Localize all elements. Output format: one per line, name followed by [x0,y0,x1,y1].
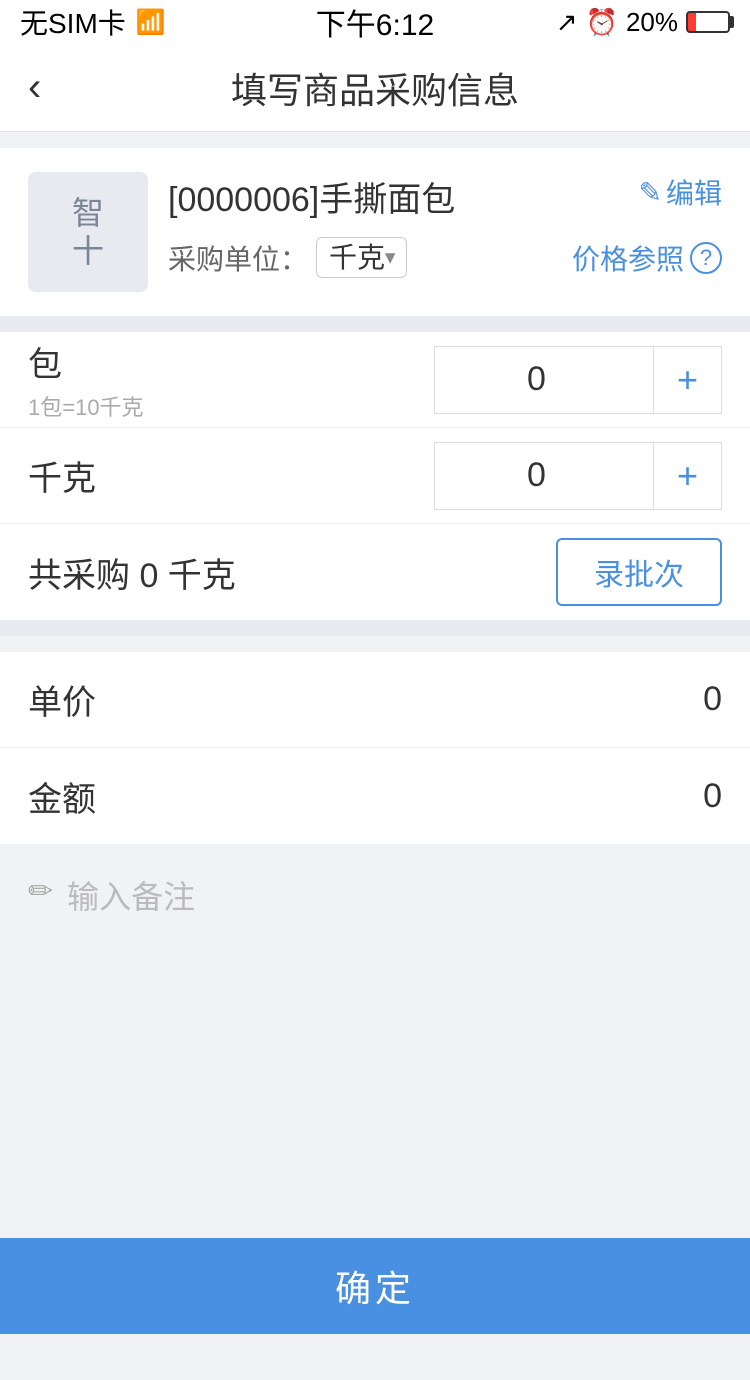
kg-quantity-input[interactable] [434,442,654,510]
product-card: 智 十 [0000006]手撕面包 ✎ 编辑 采购单位： 千克 [0,148,750,316]
status-time: 下午6:12 [316,0,434,44]
kg-plus-button[interactable]: + [654,442,722,510]
carrier-text: 无SIM卡 [20,2,126,42]
back-button[interactable]: ‹ [28,65,41,110]
bao-input-right: + [434,346,722,414]
info-section: 单价 0 金额 0 [0,652,750,844]
remark-section[interactable]: ✏ 输入备注 [0,844,750,984]
wifi-icon: 📶 [136,8,166,37]
record-batch-button[interactable]: 录批次 [556,538,722,606]
price-ref-label: 价格参照 [572,238,684,278]
product-unit-row: 采购单位： 千克 价格参照 ? [168,237,722,278]
page-title: 填写商品采购信息 [231,62,519,114]
bao-input-row: 包 1包=10千克 + [0,332,750,428]
unit-select[interactable]: 千克 [316,237,407,278]
kg-label-group: 千克 [28,451,148,500]
amount-label: 金额 [28,772,96,821]
remark-icon: ✏ [28,874,53,909]
product-logo: 智 十 [72,194,104,271]
status-left: 无SIM卡 📶 [20,2,166,42]
kg-label: 千克 [28,451,148,500]
price-ref-button[interactable]: 价格参照 ? [572,238,722,278]
edit-button[interactable]: ✎ 编辑 [639,172,722,212]
confirm-button-wrapper: 确定 [0,1238,750,1334]
bao-sub-label: 1包=10千克 [28,390,148,422]
price-row: 单价 0 [0,652,750,748]
amount-value: 0 [703,777,722,816]
battery-icon [686,11,730,33]
section-divider-1 [0,316,750,332]
edit-label: 编辑 [666,172,722,212]
amount-row: 金额 0 [0,748,750,844]
summary-row: 共采购 0 千克 录批次 [0,524,750,620]
bao-quantity-input[interactable] [434,346,654,414]
bao-plus-button[interactable]: + [654,346,722,414]
product-top-row: [0000006]手撕面包 ✎ 编辑 [168,172,722,221]
remark-input[interactable]: 输入备注 [67,872,195,918]
battery-percent: 20% [626,7,678,38]
input-section: 包 1包=10千克 + 千克 + [0,332,750,524]
location-icon: ↗ [556,7,578,38]
kg-input-row: 千克 + [0,428,750,524]
alarm-icon: ⏰ [586,7,618,38]
unit-label: 采购单位： [168,238,308,278]
price-ref-help-icon: ? [690,242,722,274]
product-image: 智 十 [28,172,148,292]
product-name: [0000006]手撕面包 [168,172,455,221]
kg-input-right: + [434,442,722,510]
bao-label: 包 [28,337,148,386]
product-info: [0000006]手撕面包 ✎ 编辑 采购单位： 千克 价格参照 [168,172,722,278]
section-divider-2 [0,620,750,636]
price-value: 0 [703,680,722,719]
summary-text: 共采购 0 千克 [28,548,236,597]
price-label: 单价 [28,675,96,724]
unit-select-wrapper[interactable]: 千克 [316,237,407,278]
edit-icon: ✎ [639,176,662,209]
bao-label-group: 包 1包=10千克 [28,337,148,422]
status-right: ↗ ⏰ 20% [556,7,730,38]
confirm-button[interactable]: 确定 [0,1238,750,1334]
status-bar: 无SIM卡 📶 下午6:12 ↗ ⏰ 20% [0,0,750,44]
nav-bar: ‹ 填写商品采购信息 [0,44,750,132]
